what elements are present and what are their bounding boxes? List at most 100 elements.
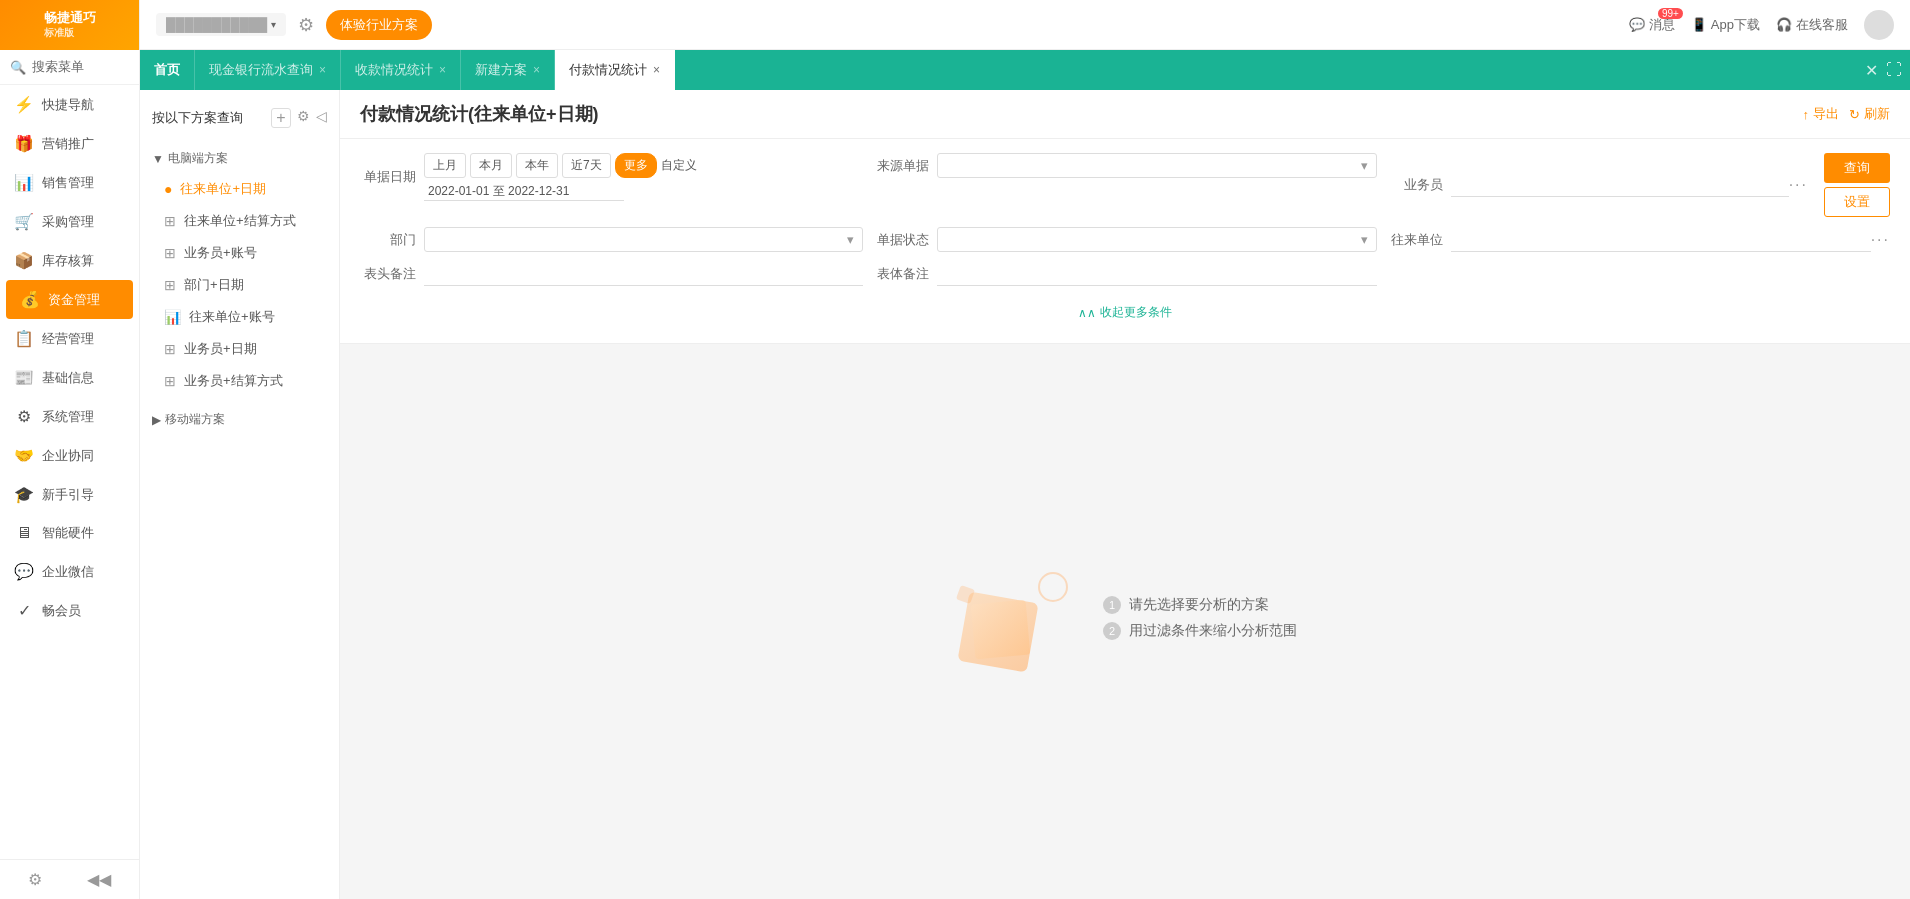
sidebar-search[interactable]: 🔍 搜索菜单: [0, 50, 139, 85]
table-header-note-input[interactable]: [428, 266, 859, 281]
sidebar-item-finance[interactable]: 💰 资金管理: [6, 280, 133, 319]
tab-close-all-btn[interactable]: ✕: [1865, 61, 1878, 80]
tab-fullscreen-btn[interactable]: ⛶: [1886, 61, 1902, 79]
panel-item-label: 业务员+结算方式: [184, 372, 283, 390]
logo-text: 畅捷通巧: [44, 10, 96, 26]
quick-nav-icon: ⚡: [14, 95, 34, 114]
app-download-btn[interactable]: 📱 App下载: [1691, 16, 1760, 34]
last-7-btn[interactable]: 近7天: [562, 153, 611, 178]
desktop-section: ▼ 电脑端方案 ● 往来单位+日期 ⊞ 往来单位+结算方式 ⊞ 业务员+账号 ⊞: [140, 144, 339, 397]
filter-voucher-date: 单据日期 上月 本月 本年 近7天 更多 自定义: [360, 153, 863, 201]
online-service-btn[interactable]: 🎧 在线客服: [1776, 16, 1848, 34]
tab-new-plan[interactable]: 新建方案 ×: [461, 50, 555, 90]
search-label: 搜索菜单: [32, 58, 84, 76]
table-body-note-input[interactable]: [941, 266, 1372, 281]
panel-item-partner-settle[interactable]: ⊞ 往来单位+结算方式: [140, 205, 339, 237]
partner-label: 往来单位: [1387, 231, 1443, 249]
add-plan-icon[interactable]: +: [271, 108, 291, 128]
sidebar-item-hardware[interactable]: 🖥 智能硬件: [0, 514, 139, 552]
sidebar-item-label: 营销推广: [42, 135, 94, 153]
enterprise-icon: 🤝: [14, 446, 34, 465]
panel-collapse-icon[interactable]: ◁: [316, 108, 327, 128]
workspace-name: ███████████: [166, 17, 267, 32]
panel-item-salesman-date[interactable]: ⊞ 业务员+日期: [140, 333, 339, 365]
sidebar-item-label: 经营管理: [42, 330, 94, 348]
message-icon: 💬: [1629, 17, 1645, 32]
marketing-icon: 🎁: [14, 134, 34, 153]
sidebar-nav: ⚡ 快捷导航 🎁 营销推广 📊 销售管理 🛒 采购管理 📦 库存核算 💰 资金管…: [0, 85, 139, 859]
hardware-icon: 🖥: [14, 524, 34, 542]
sidebar-item-purchase[interactable]: 🛒 采购管理: [0, 202, 139, 241]
refresh-btn[interactable]: ↻ 刷新: [1849, 105, 1890, 123]
partner-input[interactable]: [1451, 228, 1871, 252]
tab-bank-close[interactable]: ×: [319, 63, 326, 77]
query-btn[interactable]: 查询: [1824, 153, 1890, 183]
panel-item-salesman-settle[interactable]: ⊞ 业务员+结算方式: [140, 365, 339, 397]
online-service-label: 在线客服: [1796, 16, 1848, 34]
setting-btn[interactable]: 设置: [1824, 187, 1890, 217]
tab-bank-label: 现金银行流水查询: [209, 61, 313, 79]
this-year-btn[interactable]: 本年: [516, 153, 558, 178]
salesman-dots-icon[interactable]: ···: [1789, 176, 1808, 194]
panel-item-partner-account[interactable]: 📊 往来单位+账号: [140, 301, 339, 333]
sidebar-bottom: ⚙ ◀◀: [0, 859, 139, 899]
sidebar-item-inventory[interactable]: 📦 库存核算: [0, 241, 139, 280]
settings-gear-icon[interactable]: ⚙: [298, 14, 314, 36]
sidebar-item-marketing[interactable]: 🎁 营销推广: [0, 124, 139, 163]
desktop-section-title[interactable]: ▼ 电脑端方案: [140, 144, 339, 173]
this-month-btn[interactable]: 本月: [470, 153, 512, 178]
tab-receivables-close[interactable]: ×: [439, 63, 446, 77]
panel-item-label: 业务员+日期: [184, 340, 257, 358]
date-range-input[interactable]: [424, 182, 624, 201]
main-area: ███████████ ▾ ⚙ 体验行业方案 💬 消息 99+ 📱 App下载 …: [140, 0, 1910, 899]
desktop-section-label: 电脑端方案: [168, 150, 228, 167]
last-month-btn[interactable]: 上月: [424, 153, 466, 178]
tab-home[interactable]: 首页: [140, 50, 195, 90]
active-item-icon: ●: [164, 181, 172, 197]
tab-receivables[interactable]: 收款情况统计 ×: [341, 50, 461, 90]
mobile-section-title[interactable]: ▶ 移动端方案: [140, 405, 339, 434]
sidebar-item-quick-nav[interactable]: ⚡ 快捷导航: [0, 85, 139, 124]
table-item-icon2: ⊞: [164, 245, 176, 261]
panel-item-dept-date[interactable]: ⊞ 部门+日期: [140, 269, 339, 301]
partner-dots-icon[interactable]: ···: [1871, 231, 1890, 249]
sidebar-item-wechat[interactable]: 💬 企业微信: [0, 552, 139, 591]
sidebar-item-system[interactable]: ⚙ 系统管理: [0, 397, 139, 436]
sidebar-item-basic[interactable]: 📰 基础信息: [0, 358, 139, 397]
user-avatar[interactable]: [1864, 10, 1894, 40]
sidebar-item-guide[interactable]: 🎓 新手引导: [0, 475, 139, 514]
workspace-dropdown[interactable]: ███████████ ▾: [156, 13, 286, 36]
page-title: 付款情况统计(往来单位+日期): [360, 102, 599, 126]
filter-table-body-note: 表体备注: [873, 262, 1376, 286]
empty-text: 1 请先选择要分析的方案 2 用过滤条件来缩小分析范围: [1103, 596, 1297, 648]
messages-btn[interactable]: 💬 消息 99+: [1629, 16, 1675, 34]
sidebar-item-enterprise[interactable]: 🤝 企业协同: [0, 436, 139, 475]
table-header-note-label: 表头备注: [360, 265, 416, 283]
chart-item-icon: 📊: [164, 309, 181, 325]
salesman-label: 业务员: [1387, 176, 1443, 194]
tab-payment-close[interactable]: ×: [653, 63, 660, 77]
tip2-num: 2: [1103, 622, 1121, 640]
trial-btn[interactable]: 体验行业方案: [326, 10, 432, 40]
sidebar-item-sales[interactable]: 📊 销售管理: [0, 163, 139, 202]
salesman-input[interactable]: [1451, 173, 1789, 197]
header-right: 💬 消息 99+ 📱 App下载 🎧 在线客服: [1629, 10, 1894, 40]
plan-settings-icon[interactable]: ⚙: [297, 108, 310, 128]
panel-item-label: 往来单位+账号: [189, 308, 275, 326]
sidebar-item-label: 新手引导: [42, 486, 94, 504]
collapse-more-btn[interactable]: ∧∧ 收起更多条件: [1078, 304, 1172, 321]
sidebar-collapse-btn[interactable]: ◀◀: [87, 870, 111, 889]
export-btn[interactable]: ↑ 导出: [1803, 105, 1840, 123]
sidebar-settings-btn[interactable]: ⚙: [28, 870, 42, 889]
sidebar-item-operation[interactable]: 📋 经营管理: [0, 319, 139, 358]
panel-item-partner-date[interactable]: ● 往来单位+日期: [140, 173, 339, 205]
mobile-expand-icon: ▶: [152, 413, 161, 427]
tab-bank[interactable]: 现金银行流水查询 ×: [195, 50, 341, 90]
panel-item-salesman-account[interactable]: ⊞ 业务员+账号: [140, 237, 339, 269]
tab-new-plan-close[interactable]: ×: [533, 63, 540, 77]
tab-payment[interactable]: 付款情况统计 ×: [555, 50, 675, 90]
app-icon: 📱: [1691, 17, 1707, 32]
panel-item-label: 往来单位+结算方式: [184, 212, 296, 230]
more-btn[interactable]: 更多: [615, 153, 657, 178]
sidebar-item-member[interactable]: ✓ 畅会员: [0, 591, 139, 630]
